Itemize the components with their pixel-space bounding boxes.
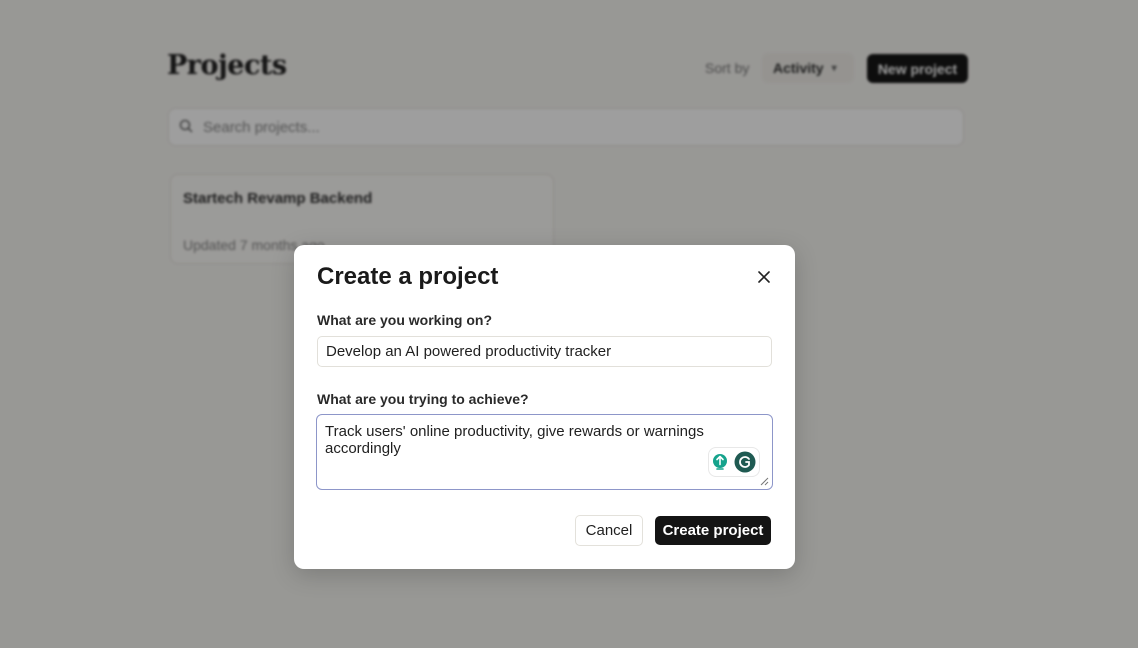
achieve-textarea-wrapper: Track users' online productivity, give r… [316,414,773,490]
writing-assistant-icon [734,451,756,473]
create-project-dialog: Create a project What are you working on… [294,245,795,569]
create-project-button[interactable]: Create project [655,516,771,545]
close-icon [758,271,770,283]
sparkle-icon [713,454,727,470]
dialog-title: Create a project [317,263,499,290]
close-button[interactable] [753,266,775,288]
achieve-textarea[interactable]: Track users' online productivity, give r… [317,415,772,489]
writing-assistant-widget[interactable] [708,447,760,477]
working-on-input[interactable] [317,336,772,367]
resize-handle-icon[interactable] [759,476,769,486]
achieve-label: What are you trying to achieve? [317,391,529,407]
cancel-button[interactable]: Cancel [575,515,643,546]
working-on-label: What are you working on? [317,312,493,328]
